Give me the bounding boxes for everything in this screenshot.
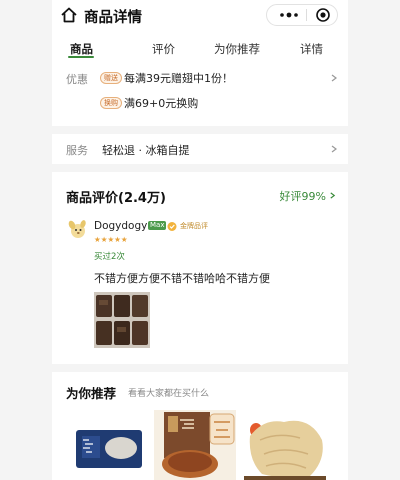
service-text: 轻松退 · 冰箱自提 xyxy=(102,144,190,157)
purchase-count: 买过2次 xyxy=(94,252,125,262)
reviewer-name: Dogydogy xyxy=(94,220,148,232)
chevron-right-icon xyxy=(330,192,336,199)
recommend-title: 为你推荐 xyxy=(66,386,117,401)
promotion-card[interactable]: 优惠 赠送 每满39元赠翅中1份！ 换购 满69+0元换购 xyxy=(52,64,348,126)
promo-badge: 换购 xyxy=(100,97,122,109)
tab-recommend[interactable]: 为你推荐 xyxy=(214,41,260,57)
home-icon[interactable] xyxy=(60,6,78,24)
capsule-divider xyxy=(306,9,307,21)
chevron-right-icon xyxy=(331,145,337,153)
tab-reviews[interactable]: 评价 xyxy=(152,41,175,57)
product-image[interactable] xyxy=(244,410,326,480)
close-circle-icon[interactable] xyxy=(315,7,331,23)
more-dots-icon[interactable] xyxy=(277,9,301,21)
rating-stars: ★★★★★ xyxy=(94,235,128,244)
promo-text: 每满39元赠翅中1份！ xyxy=(124,72,233,85)
product-image[interactable] xyxy=(154,410,236,480)
recommend-subtitle: 看看大家都在买什么 xyxy=(128,389,210,399)
product-image[interactable] xyxy=(64,410,146,480)
medal-icon xyxy=(167,222,177,231)
tab-product[interactable]: 商品 xyxy=(70,41,93,57)
mini-program-capsule xyxy=(266,4,338,26)
page-title: 商品详情 xyxy=(84,10,142,26)
review-card: 商品评价(2.4万) 好评99% Dogydogy Max 金牌品评 ★★★★★… xyxy=(52,172,348,364)
tab-details[interactable]: 详情 xyxy=(300,41,323,57)
service-label: 服务 xyxy=(66,144,88,157)
good-rate-link[interactable]: 好评99% xyxy=(280,188,326,204)
review-title: 商品评价(2.4万) xyxy=(66,191,166,206)
member-level-badge: Max xyxy=(148,221,167,230)
top-bar: 商品详情 xyxy=(52,0,348,34)
avatar xyxy=(68,220,86,238)
review-text: 不错方便方便不错不错哈哈不错方便 xyxy=(94,272,270,285)
reviewer-title-label: 金牌品评 xyxy=(180,222,208,230)
tab-active-indicator xyxy=(68,56,94,58)
recommend-card: 为你推荐 看看大家都在买什么 xyxy=(52,372,348,480)
phone-frame: 商品详情 商品 评价 为你推荐 详情 优惠 赠送 每满39元赠翅中1份！ 换购 … xyxy=(52,0,348,480)
chevron-right-icon xyxy=(331,74,337,82)
promo-label: 优惠 xyxy=(66,73,88,86)
service-card[interactable]: 服务 轻松退 · 冰箱自提 xyxy=(52,134,348,164)
promo-badge: 赠送 xyxy=(100,72,122,84)
review-photo[interactable] xyxy=(94,292,150,348)
promo-text: 满69+0元换购 xyxy=(124,97,199,110)
tab-bar: 商品 评价 为你推荐 详情 xyxy=(52,34,348,64)
